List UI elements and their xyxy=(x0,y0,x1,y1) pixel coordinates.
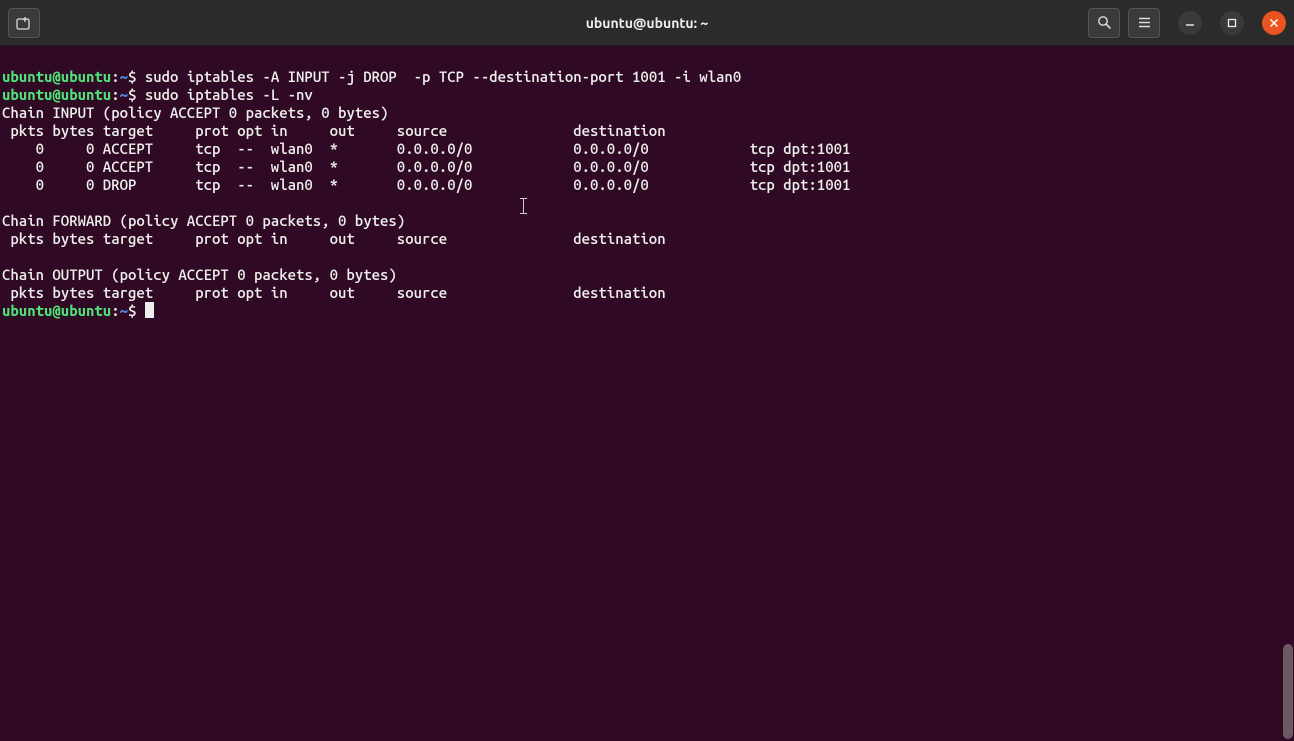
close-button[interactable] xyxy=(1262,11,1286,35)
output-line: pkts bytes target prot opt in out source… xyxy=(2,284,666,301)
terminal-window: ubuntu@ubuntu: ~ xyxy=(0,0,1294,741)
prompt-path: ~ xyxy=(120,68,128,85)
maximize-icon xyxy=(1227,18,1237,28)
command-1: sudo iptables -A INPUT -j DROP -p TCP --… xyxy=(136,68,741,85)
prompt-line-1: ubuntu@ubuntu:~$ sudo iptables -A INPUT … xyxy=(2,68,741,85)
search-button[interactable] xyxy=(1088,8,1120,38)
output-line: Chain FORWARD (policy ACCEPT 0 packets, … xyxy=(2,212,405,229)
hamburger-icon xyxy=(1137,15,1152,30)
prompt-userhost: ubuntu@ubuntu xyxy=(2,68,111,85)
prompt-path: ~ xyxy=(120,302,128,319)
output-line: pkts bytes target prot opt in out source… xyxy=(2,122,666,139)
right-controls xyxy=(1088,8,1286,38)
titlebar: ubuntu@ubuntu: ~ xyxy=(0,0,1294,46)
scrollbar-thumb[interactable] xyxy=(1283,644,1293,739)
prompt-userhost: ubuntu@ubuntu xyxy=(2,86,111,103)
prompt-line-3: ubuntu@ubuntu:~$ xyxy=(2,302,154,319)
close-icon xyxy=(1269,18,1279,28)
text-ibeam-cursor xyxy=(523,198,524,214)
command-2: sudo iptables -L -nv xyxy=(136,86,312,103)
minimize-button[interactable] xyxy=(1178,11,1202,35)
prompt-colon: : xyxy=(111,86,119,103)
output-line: 0 0 DROP tcp -- wlan0 * 0.0.0.0/0 0.0.0.… xyxy=(2,176,850,193)
output-line: 0 0 ACCEPT tcp -- wlan0 * 0.0.0.0/0 0.0.… xyxy=(2,140,850,157)
output-line: pkts bytes target prot opt in out source… xyxy=(2,230,666,247)
window-title: ubuntu@ubuntu: ~ xyxy=(586,15,709,31)
prompt-path: ~ xyxy=(120,86,128,103)
prompt-userhost: ubuntu@ubuntu xyxy=(2,302,111,319)
block-cursor xyxy=(145,302,154,318)
prompt-colon: : xyxy=(111,302,119,319)
maximize-button[interactable] xyxy=(1220,11,1244,35)
minimize-icon xyxy=(1185,18,1195,28)
new-tab-icon xyxy=(16,16,32,30)
new-tab-button[interactable] xyxy=(8,8,40,38)
output-line: 0 0 ACCEPT tcp -- wlan0 * 0.0.0.0/0 0.0.… xyxy=(2,158,850,175)
search-icon xyxy=(1097,15,1112,30)
output-line: Chain OUTPUT (policy ACCEPT 0 packets, 0… xyxy=(2,266,397,283)
menu-button[interactable] xyxy=(1128,8,1160,38)
prompt-colon: : xyxy=(111,68,119,85)
prompt-line-2: ubuntu@ubuntu:~$ sudo iptables -L -nv xyxy=(2,86,313,103)
output-line: Chain INPUT (policy ACCEPT 0 packets, 0 … xyxy=(2,104,388,121)
terminal-area[interactable]: ubuntu@ubuntu:~$ sudo iptables -A INPUT … xyxy=(0,46,1294,741)
prompt-dollar: $ xyxy=(128,302,136,319)
